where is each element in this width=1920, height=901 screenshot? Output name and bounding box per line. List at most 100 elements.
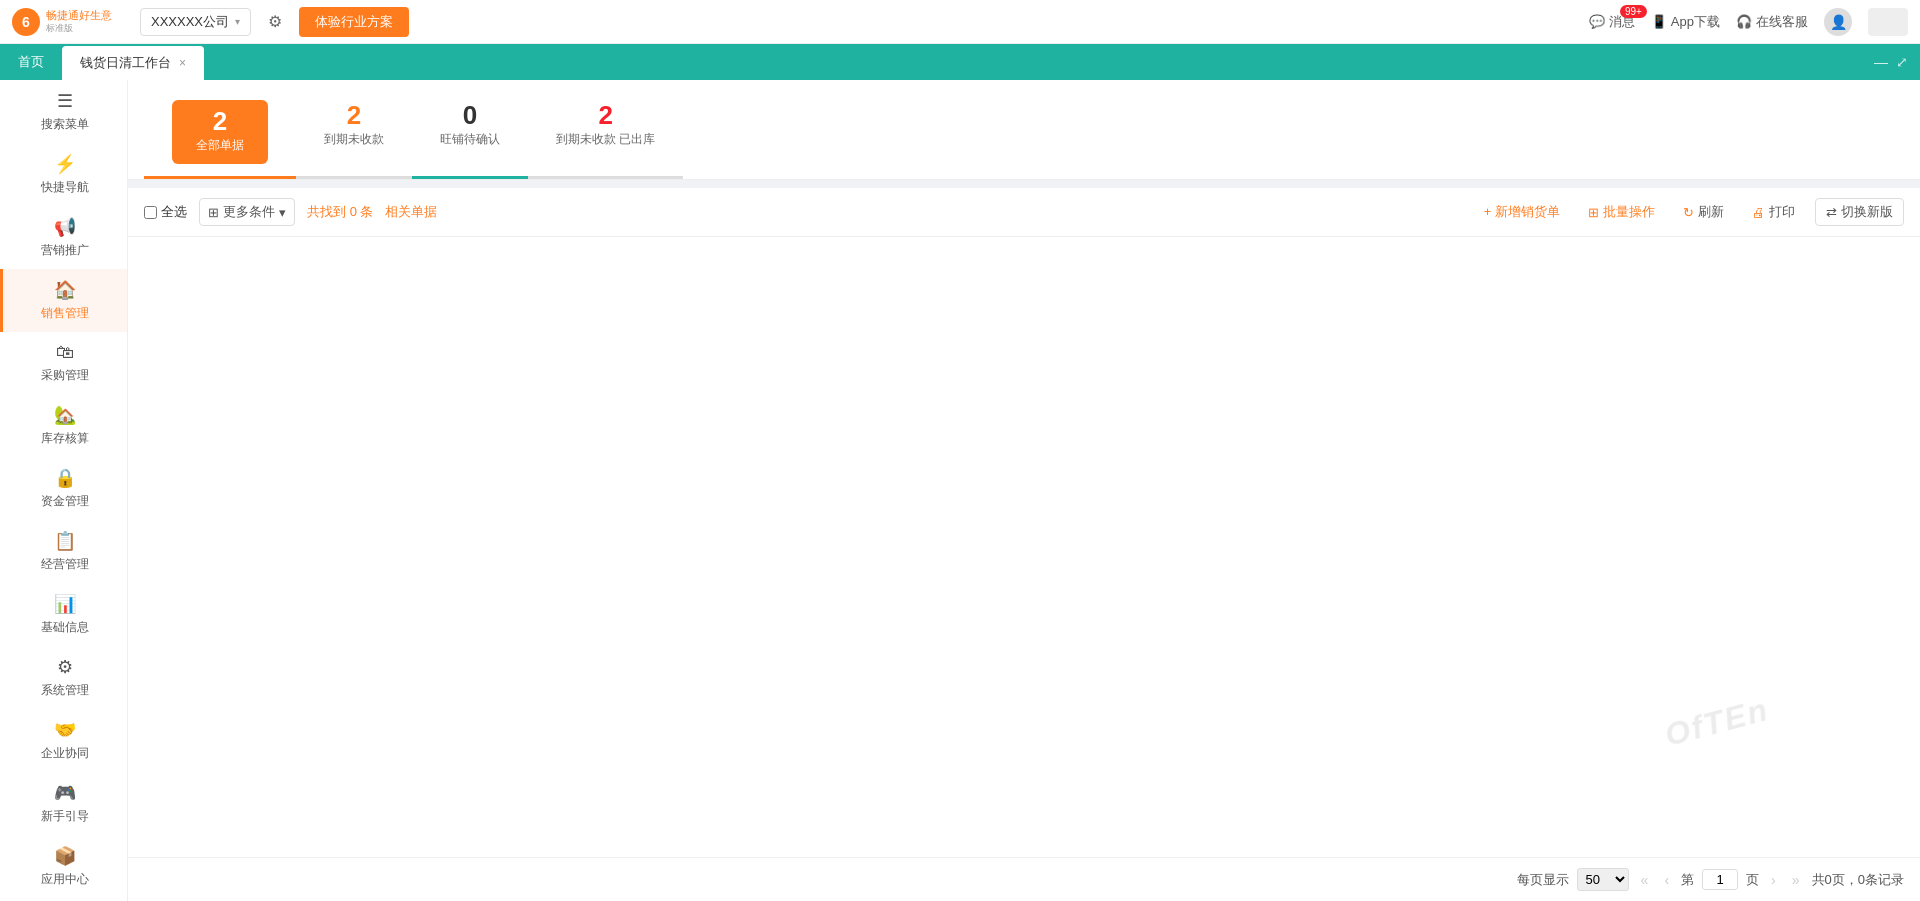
logo-text-block: 畅捷通好生意 标准版 [46,8,112,35]
batch-ops-button[interactable]: ⊞ 批量操作 [1580,199,1663,225]
home-tab-label: 首页 [18,53,44,71]
sidebar-search-menu-label: 搜索菜单 [41,116,89,133]
capital-mgmt-icon: 🔒 [54,467,76,489]
guide-icon: 🎮 [54,782,76,804]
tab-cash-flow[interactable]: 钱货日清工作台 × [62,46,204,80]
app-name: 畅捷通好生意 [46,8,112,22]
basic-info-icon: 📊 [54,593,76,615]
sidebar-item-marketing[interactable]: 📢 营销推广 [0,206,127,269]
sidebar-capital-mgmt-label: 资金管理 [41,493,89,510]
toolbar: 全选 ⊞ 更多条件 ▾ 共找到 0 条 相关单据 + 新增销货单 ⊞ 批量操作 [128,188,1920,237]
stat-tab-overdue-unshipped[interactable]: 2 到期未收款 已出库 [528,92,683,179]
stat-label-all: 全部单据 [196,137,244,154]
stat-tab-wangpu[interactable]: 0 旺铺待确认 [412,92,528,179]
filter-chevron-icon: ▾ [279,205,286,220]
sidebar-item-inventory[interactable]: 🏡 库存核算 [0,394,127,457]
avatar[interactable]: 👤 [1824,8,1852,36]
tab-home[interactable]: 首页 [0,44,62,80]
maximize-icon[interactable]: ⤢ [1896,54,1908,70]
switch-icon: ⇄ [1826,205,1837,220]
sidebar-item-guide[interactable]: 🎮 新手引导 [0,772,127,835]
chevron-down-icon: ▾ [235,16,240,27]
prev-page-button[interactable]: ‹ [1660,870,1673,890]
stat-tab-overdue-unpaid[interactable]: 2 到期未收款 [296,92,412,179]
pagination: 每页显示 50 10 20 100 « ‹ 第 页 › » 共0页，0条记录 [128,857,1920,901]
print-button[interactable]: 🖨 打印 [1744,199,1803,225]
online-service-button[interactable]: 🎧 在线客服 [1736,13,1808,31]
minimize-icon[interactable]: — [1874,54,1888,70]
user-info-block[interactable] [1868,8,1908,36]
purchase-mgmt-icon: 🛍 [56,342,74,363]
next-page-button[interactable]: › [1767,870,1780,890]
app-center-icon: 📦 [54,845,76,867]
sidebar-sys-mgmt-label: 系统管理 [41,682,89,699]
related-bill-btn[interactable]: 相关单据 [385,203,437,221]
sidebar-item-enterprise[interactable]: 🤝 企业协同 [0,709,127,772]
refresh-button[interactable]: ↻ 刷新 [1675,199,1732,225]
found-count-value: 0 [350,204,357,219]
enterprise-icon: 🤝 [54,719,76,741]
switch-label: 切换新版 [1841,203,1893,221]
stats-tabs: 2 全部单据 2 到期未收款 0 旺铺待确认 2 到期未收款 已出库 [128,80,1920,180]
sidebar-item-sys-mgmt[interactable]: ⚙ 系统管理 [0,646,127,709]
logo-area: 6 畅捷通好生意 标准版 [12,8,140,36]
experience-button[interactable]: 体验行业方案 [299,7,409,37]
batch-ops-label: 批量操作 [1603,203,1655,221]
new-sale-button[interactable]: + 新增销货单 [1476,199,1568,225]
total-info: 共0页，0条记录 [1812,871,1904,889]
sidebar-basic-info-label: 基础信息 [41,619,89,636]
batch-ops-icon: ⊞ [1588,205,1599,220]
sidebar-item-search-menu[interactable]: ☰ 搜索菜单 [0,80,127,143]
sidebar-inventory-label: 库存核算 [41,430,89,447]
company-selector[interactable]: XXXXXX公司 ▾ [140,8,251,36]
company-name: XXXXXX公司 [151,13,229,31]
stat-label-unshipped: 到期未收款 已出库 [556,131,655,148]
per-page-select[interactable]: 50 10 20 100 [1577,868,1629,891]
operations-icon: 📋 [54,530,76,552]
current-page-input[interactable] [1702,869,1738,890]
select-all-input[interactable] [144,206,157,219]
stat-num-unshipped: 2 [598,100,612,131]
stat-num-overdue: 2 [347,100,361,131]
sidebar-item-sales-mgmt[interactable]: 🏠 销售管理 [0,269,127,332]
sidebar-marketing-label: 营销推广 [41,242,89,259]
sidebar-item-purchase-mgmt[interactable]: 🛍 采购管理 [0,332,127,394]
download-icon: 📱 [1651,14,1667,29]
print-icon: 🖨 [1752,205,1765,220]
nav-tab-controls: — ⤢ [1874,54,1920,70]
select-all-checkbox[interactable]: 全选 [144,203,187,221]
more-conditions-button[interactable]: ⊞ 更多条件 ▾ [199,198,295,226]
refresh-label: 刷新 [1698,203,1724,221]
marketing-icon: 📢 [54,216,76,238]
sidebar-enterprise-label: 企业协同 [41,745,89,762]
inventory-icon: 🏡 [54,404,76,426]
stat-tab-all[interactable]: 2 全部单据 [144,92,296,179]
app-download-label: App下载 [1671,13,1720,31]
app-download-button[interactable]: 📱 App下载 [1651,13,1720,31]
per-page-label: 每页显示 [1517,871,1569,889]
stat-num-wangpu: 0 [463,100,477,131]
content-area: 2 全部单据 2 到期未收款 0 旺铺待确认 2 到期未收款 已出库 [128,80,1920,901]
last-page-button[interactable]: » [1788,870,1804,890]
settings-button[interactable]: ⚙ [259,6,291,38]
sidebar-item-operations[interactable]: 📋 经营管理 [0,520,127,583]
found-prefix: 共找到 [307,204,346,219]
sidebar-item-app-center[interactable]: 📦 应用中心 [0,835,127,898]
toolbar-right: + 新增销货单 ⊞ 批量操作 ↻ 刷新 🖨 打印 ⇄ 切换新版 [1476,198,1904,226]
message-icon: 💬 [1589,14,1605,29]
sidebar-purchase-mgmt-label: 采购管理 [41,367,89,384]
print-label: 打印 [1769,203,1795,221]
cash-flow-tab-label: 钱货日清工作台 [80,54,171,72]
filter-icon: ⊞ [208,205,219,220]
sidebar-app-center-label: 应用中心 [41,871,89,888]
message-button[interactable]: 💬 消息 99+ [1589,13,1635,31]
tab-close-icon[interactable]: × [179,56,186,70]
top-header: 6 畅捷通好生意 标准版 XXXXXX公司 ▾ ⚙ 体验行业方案 💬 消息 99… [0,0,1920,44]
sidebar-item-basic-info[interactable]: 📊 基础信息 [0,583,127,646]
select-all-label: 全选 [161,203,187,221]
sidebar-item-quick-nav[interactable]: ⚡ 快捷导航 [0,143,127,206]
sidebar-item-capital-mgmt[interactable]: 🔒 资金管理 [0,457,127,520]
switch-version-button[interactable]: ⇄ 切换新版 [1815,198,1904,226]
service-icon: 🎧 [1736,14,1752,29]
first-page-button[interactable]: « [1637,870,1653,890]
